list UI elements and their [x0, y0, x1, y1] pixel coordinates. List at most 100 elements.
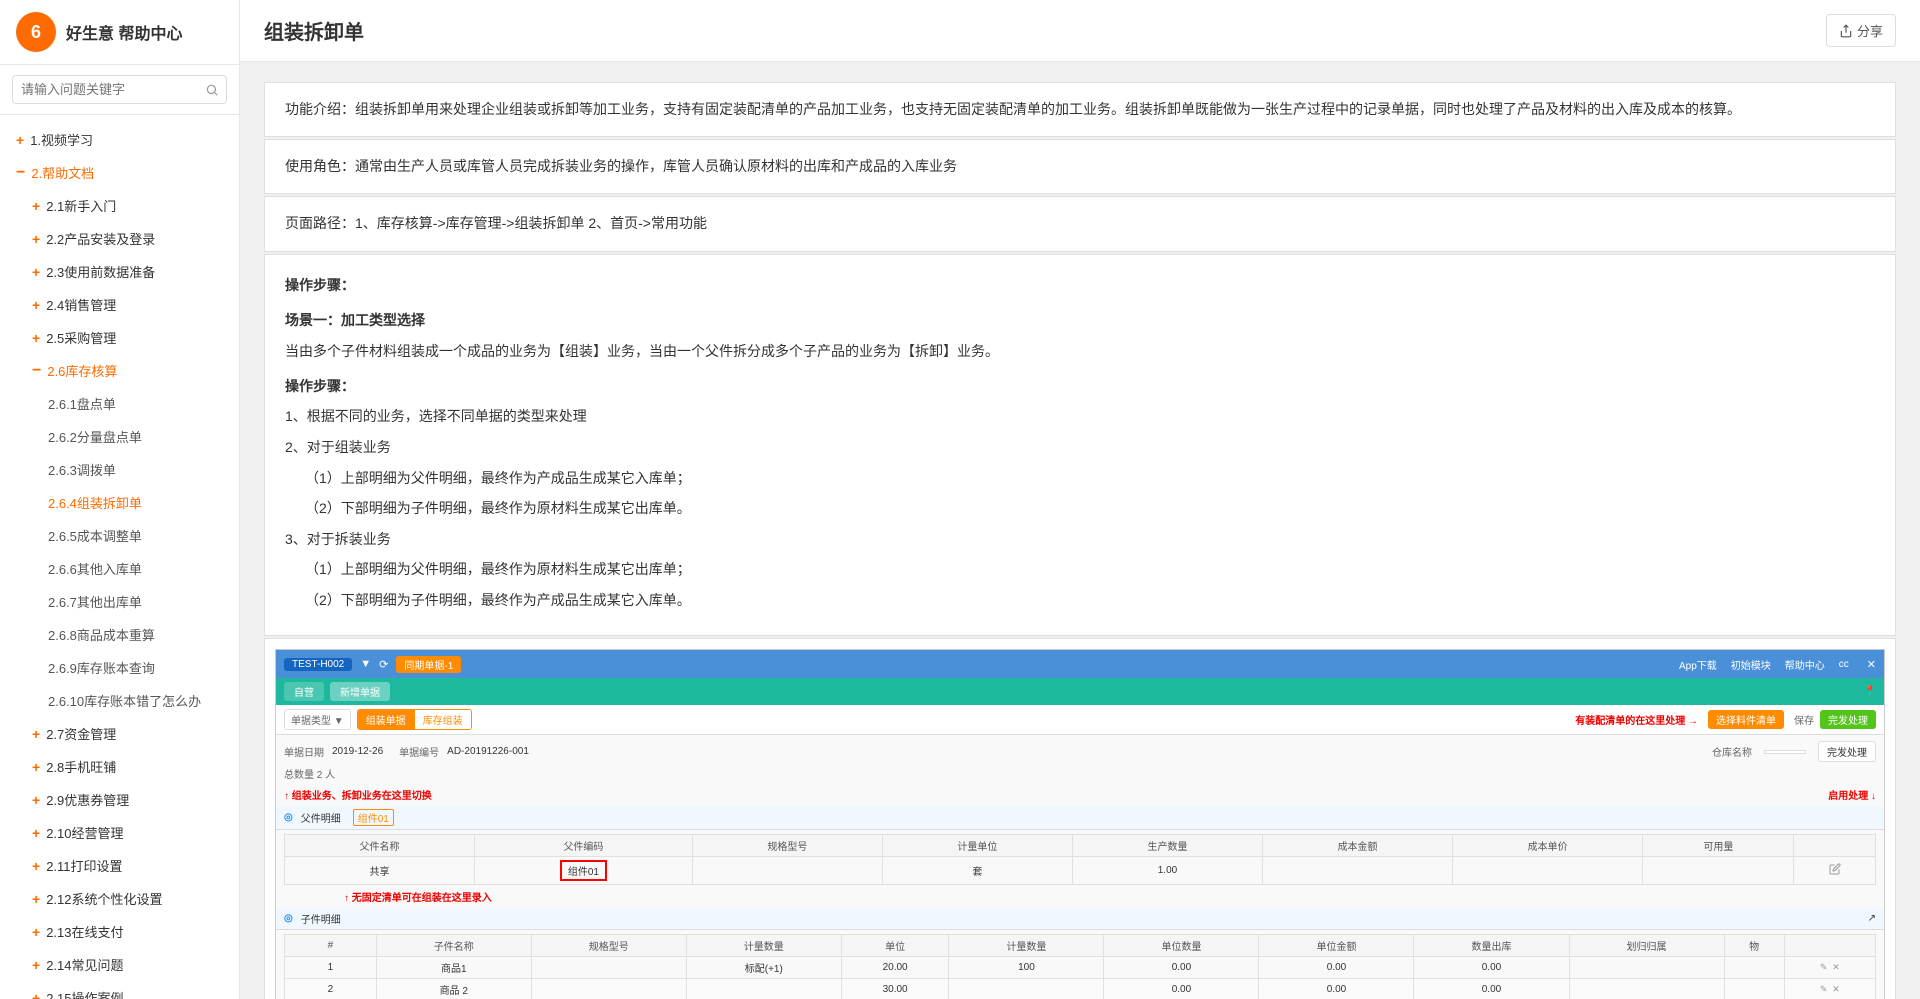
sidebar-item-2-10[interactable]: + 2.10经营管理	[0, 816, 239, 849]
sim-t1-h4: 计量单位	[882, 835, 1072, 857]
intro-card-1: 功能介绍：组装拆卸单用来处理企业组装或拆卸等加工业务，支持有固定装配清单的产品加…	[264, 82, 1896, 137]
sim-complete-btn[interactable]: 完发处理	[1818, 741, 1876, 762]
sidebar-item-2-6-10[interactable]: 2.6.10库存账本错了怎么办	[0, 684, 239, 717]
plus-icon-2-11: +	[32, 858, 40, 874]
sidebar-item-2-6-6[interactable]: 2.6.6其他入库单	[0, 552, 239, 585]
sim-screenshot: TEST-H002 ▼ ⟳ 同期单据-1 App下载 初始模块 帮助中心 cc …	[275, 649, 1885, 999]
sidebar-item-2-6-4[interactable]: 2.6.4组装拆卸单	[0, 486, 239, 519]
step-3-sub-2: （2）下部明细为子件明细，最终作为产成品生成某它入库单。	[285, 587, 1875, 614]
sidebar-item-2-11-label: 2.11打印设置	[46, 856, 122, 875]
sidebar-item-2-3-label: 2.3使用前数据准备	[46, 262, 155, 281]
sim-t2-ops	[1784, 935, 1875, 957]
sidebar-item-2-8[interactable]: + 2.8手机旺铺	[0, 750, 239, 783]
sim-table2-wrapper: # 子件名称 规格型号 计量数量 单位 计量数量 单位数量 单位金额 数量出库 …	[276, 934, 1884, 999]
share-button[interactable]: 分享	[1826, 14, 1896, 47]
sidebar-item-2-label: 2.帮助文档	[31, 163, 94, 182]
sim-t2-r2-ops: ✎ ✕	[1784, 979, 1875, 999]
sidebar-item-2-3[interactable]: + 2.3使用前数据准备	[0, 255, 239, 288]
plus-icon-2-2: +	[32, 231, 40, 247]
sim-confirm-btn[interactable]: 完发处理	[1820, 710, 1876, 729]
sim-t2-r2-c4: 30.00	[841, 979, 949, 999]
sim-type-btn-main[interactable]: 单据类型 ▼	[284, 709, 351, 730]
sim-sec2-expand[interactable]: ↗	[1868, 913, 1876, 924]
sidebar-item-2-6-9[interactable]: 2.6.9库存账本查询	[0, 651, 239, 684]
sim-refresh-icon: ⟳	[379, 658, 388, 671]
sidebar-item-2-14[interactable]: + 2.14常见问题	[0, 948, 239, 981]
sidebar-item-1[interactable]: + 1.视频学习	[0, 123, 239, 156]
sidebar-item-2-7[interactable]: + 2.7资金管理	[0, 717, 239, 750]
sidebar-item-2-13[interactable]: + 2.13在线支付	[0, 915, 239, 948]
sidebar-item-2-6-7[interactable]: 2.6.7其他出库单	[0, 585, 239, 618]
sim-t2-r1-c10	[1724, 957, 1784, 979]
sidebar-item-2-4[interactable]: + 2.4销售管理	[0, 288, 239, 321]
sidebar-item-2-15[interactable]: + 2.15操作案例	[0, 981, 239, 999]
sidebar-item-2-10-label: 2.10经营管理	[46, 823, 123, 842]
sidebar-item-2-6-8[interactable]: 2.6.8商品成本重算	[0, 618, 239, 651]
sim-type-assembly[interactable]: 组装单据	[358, 710, 415, 729]
sim-delete-row-icon[interactable]: ✕	[1832, 962, 1840, 972]
sim-t2-h1: 子件名称	[376, 935, 531, 957]
ops2-title: 操作步骤：	[285, 374, 1875, 399]
search-input[interactable]	[12, 75, 227, 104]
sidebar-item-2-6-5-label: 2.6.5成本调整单	[48, 526, 142, 545]
sidebar-item-2-11[interactable]: + 2.11打印设置	[0, 849, 239, 882]
sim-t1-r1-c3	[692, 857, 882, 885]
search-wrapper	[12, 75, 227, 104]
sim-type-disassembly[interactable]: 库存组装	[415, 710, 471, 729]
intro-card-2: 使用角色：通常由生产人员或库管人员完成拆装业务的操作，库管人员确认原材料的出库和…	[264, 139, 1896, 194]
ann-3: 启用处理 ↓	[1828, 787, 1876, 802]
sim-store-val[interactable]	[1764, 750, 1806, 754]
sidebar-item-2-6[interactable]: − 2.6库存核算	[0, 354, 239, 387]
sidebar-item-2-6-4-label: 2.6.4组装拆卸单	[48, 493, 142, 512]
sidebar-item-2-6-5[interactable]: 2.6.5成本调整单	[0, 519, 239, 552]
sidebar-item-2-6-3[interactable]: 2.6.3调拨单	[0, 453, 239, 486]
sim-date-val: 2019-12-26	[332, 746, 383, 757]
sidebar-item-2-6-2[interactable]: 2.6.2分量盘点单	[0, 420, 239, 453]
sim-edit-row-icon[interactable]: ✎	[1820, 962, 1828, 972]
sim-help: 帮助中心	[1785, 657, 1825, 672]
sim-t2-r2-c5	[949, 979, 1104, 999]
sidebar-item-2-2[interactable]: + 2.2产品安装及登录	[0, 222, 239, 255]
search-box	[0, 65, 239, 115]
sim-tab-add[interactable]: 新增单据	[330, 682, 390, 701]
sidebar-item-2-6-9-label: 2.6.9库存账本查询	[48, 658, 155, 677]
sidebar-item-2-6-10-label: 2.6.10库存账本错了怎么办	[48, 691, 201, 710]
sim-right-tools: 📍	[1864, 686, 1876, 697]
ann-4: ↑ 无固定清单可在组装在这里录入	[344, 889, 492, 904]
sim-close-icon[interactable]: ✕	[1867, 658, 1876, 671]
sim-edit-row2-icon[interactable]: ✎	[1820, 984, 1828, 994]
sidebar-item-2-6-2-label: 2.6.2分量盘点单	[48, 427, 142, 446]
step-2-sub-2: （2）下部明细为子件明细，最终作为原材料生成某它出库单。	[285, 495, 1875, 522]
sidebar-item-2-12[interactable]: + 2.12系统个性化设置	[0, 882, 239, 915]
step-2: 2、对于组装业务	[285, 434, 1875, 461]
sim-code-val: AD-20191226-001	[447, 746, 529, 757]
sim-tongqi-btn[interactable]: 同期单据-1	[396, 656, 461, 673]
sim-tab-ziye[interactable]: 自营	[284, 682, 324, 701]
sim-t1-h3: 规格型号	[692, 835, 882, 857]
sim-table1: 父件名称 父件编码 规格型号 计量单位 生产数量 成本金额 成本单价 可用量	[284, 834, 1876, 885]
sim-tool-1: 📍	[1864, 686, 1876, 697]
sidebar-item-2-5[interactable]: + 2.5采购管理	[0, 321, 239, 354]
sim-delete-row2-icon[interactable]: ✕	[1832, 984, 1840, 994]
plus-icon-2-13: +	[32, 924, 40, 940]
sidebar-item-2-1[interactable]: + 2.1新手入门	[0, 189, 239, 222]
sim-code-label: 单据编号	[399, 744, 439, 759]
sim-table1-wrapper: 父件名称 父件编码 规格型号 计量单位 生产数量 成本金额 成本单价 可用量	[276, 834, 1884, 889]
sim-select-btn[interactable]: 选择料件清单	[1708, 710, 1784, 729]
sim-t2-h4: 单位	[841, 935, 949, 957]
sim-t2-r2-c3	[686, 979, 841, 999]
screenshot-container: TEST-H002 ▼ ⟳ 同期单据-1 App下载 初始模块 帮助中心 cc …	[264, 638, 1896, 999]
sim-edit-icon[interactable]	[1829, 863, 1841, 875]
sidebar-item-2-6-1[interactable]: 2.6.1盘点单	[0, 387, 239, 420]
sim-date-label: 单据日期	[284, 744, 324, 759]
sim-t2-r1-c4: 20.00	[841, 957, 949, 979]
sim-t1-h2: 父件编码	[475, 835, 693, 857]
sim-t1-r1-c1: 共享	[285, 857, 475, 885]
sim-add-row1[interactable]: 组件01	[353, 809, 394, 826]
sim-count-label: 总数量 2 人	[284, 766, 335, 781]
sim-t2-h8: 数量出库	[1414, 935, 1569, 957]
sidebar-item-2-9[interactable]: + 2.9优惠券管理	[0, 783, 239, 816]
sim-t2-r1-n: 1	[285, 957, 377, 979]
sim-t1-r1-c9	[1794, 857, 1876, 885]
sidebar-item-2[interactable]: − 2.帮助文档	[0, 156, 239, 189]
